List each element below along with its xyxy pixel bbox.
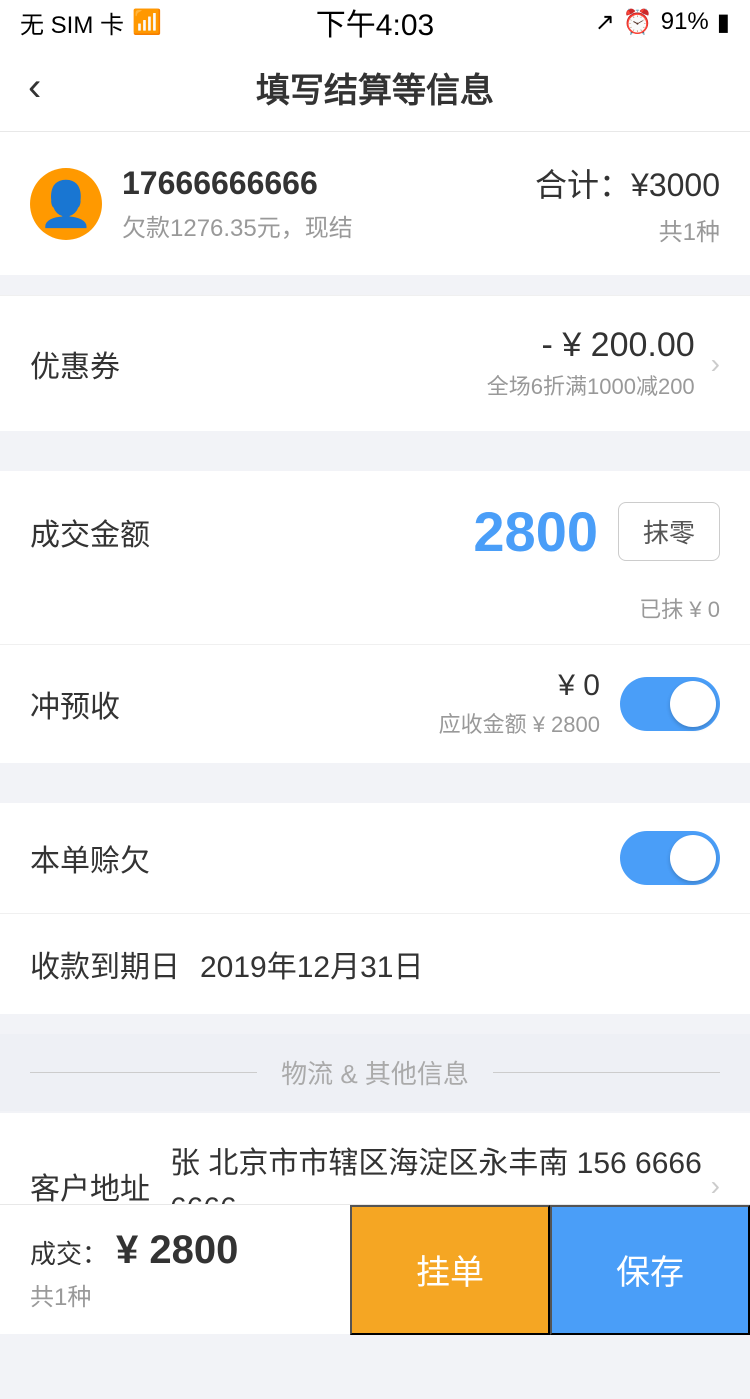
section-separator — [0, 451, 750, 471]
location-icon: ↗ — [595, 8, 615, 37]
prepay-value-wrap: ¥ 0 应收金额 ¥ 2800 — [439, 669, 600, 739]
debt-toggle[interactable] — [620, 831, 720, 885]
save-button[interactable]: 保存 — [550, 1205, 750, 1335]
due-date-value: 2019年12月31日 — [200, 942, 423, 986]
back-button[interactable]: ‹ — [28, 65, 41, 110]
avatar-icon: 👤 — [39, 178, 94, 230]
status-bar-left: 无 SIM 卡 📶 — [20, 5, 162, 40]
address-chevron-icon: › — [711, 1170, 720, 1202]
due-date-row: 收款到期日 2019年12月31日 — [0, 913, 750, 1014]
bottom-deal-text: 成交： — [30, 1234, 108, 1271]
divider-line-right — [493, 1072, 720, 1073]
bottom-deal-amount: ¥ 2800 — [116, 1228, 238, 1273]
avatar: 👤 — [30, 168, 102, 240]
sim-status: 无 SIM 卡 — [20, 5, 124, 40]
deal-section: 成交金额 2800 抹零 已抹 ¥ 0 冲预收 ¥ 0 应收金额 ¥ 2800 — [0, 471, 750, 763]
status-bar: 无 SIM 卡 📶 下午4:03 ↗ ⏰ 91% ▮ — [0, 0, 750, 44]
customer-left: 👤 17666666666 欠款1276.35元，现结 — [30, 165, 353, 243]
pending-button[interactable]: 挂单 — [350, 1205, 550, 1335]
divider-line-left — [30, 1072, 257, 1073]
coupon-row[interactable]: 优惠券 - ¥ 200.00 全场6折满1000减200 › — [0, 295, 750, 431]
section-divider: 物流 & 其他信息 — [0, 1034, 750, 1111]
deal-sub: 已抹 ¥ 0 — [0, 592, 750, 644]
total-value: ¥3000 — [631, 167, 720, 203]
battery-level: 91% — [661, 8, 709, 36]
coupon-amount: - ¥ 200.00 — [487, 326, 695, 365]
battery-icon: ▮ — [717, 8, 730, 37]
prepay-toggle[interactable] — [620, 677, 720, 731]
prepay-amount: ¥ 0 — [439, 669, 600, 703]
customer-debt: 欠款1276.35元，现结 — [122, 208, 353, 243]
nav-bar: ‹ 填写结算等信息 — [0, 44, 750, 132]
deal-amount: 2800 — [473, 499, 598, 564]
alarm-icon: ⏰ — [623, 8, 653, 37]
prepay-right: ¥ 0 应收金额 ¥ 2800 — [439, 669, 720, 739]
prepay-row: 冲预收 ¥ 0 应收金额 ¥ 2800 — [0, 644, 750, 763]
section-separator-2 — [0, 763, 750, 783]
divider-text: 物流 & 其他信息 — [257, 1054, 493, 1091]
status-bar-time: 下午4:03 — [316, 0, 434, 44]
coupon-label: 优惠券 — [30, 342, 120, 386]
prepay-label: 冲预收 — [30, 682, 120, 726]
customer-info-card: 👤 17666666666 欠款1276.35元，现结 合计：¥3000 共1种 — [0, 132, 750, 275]
debt-row: 本单赊欠 — [0, 803, 750, 913]
deal-row: 成交金额 2800 抹零 — [0, 471, 750, 592]
bottom-count: 共1种 — [30, 1277, 320, 1312]
customer-phone: 17666666666 — [122, 165, 353, 202]
total-amount: 合计：¥3000 — [535, 160, 720, 206]
due-date-label: 收款到期日 — [30, 942, 180, 986]
customer-details: 17666666666 欠款1276.35元，现结 — [122, 165, 353, 243]
deal-label: 成交金额 — [30, 510, 150, 554]
chevron-right-icon: › — [711, 348, 720, 380]
address-label: 客户地址 — [30, 1164, 150, 1208]
bottom-summary: 成交： ¥ 2800 共1种 — [0, 1228, 350, 1312]
prepay-sub: 应收金额 ¥ 2800 — [439, 707, 600, 739]
coupon-right: - ¥ 200.00 全场6折满1000减200 › — [487, 326, 720, 401]
total-label: 合计： — [535, 167, 631, 203]
total-count: 共1种 — [535, 212, 720, 247]
wifi-icon: 📶 — [132, 8, 162, 37]
page-title: 填写结算等信息 — [256, 63, 494, 112]
coupon-value: - ¥ 200.00 全场6折满1000减200 — [487, 326, 695, 401]
status-bar-right: ↗ ⏰ 91% ▮ — [595, 8, 730, 37]
bottom-bar: 成交： ¥ 2800 共1种 挂单 保存 — [0, 1204, 750, 1334]
customer-right: 合计：¥3000 共1种 — [535, 160, 720, 247]
debt-label: 本单赊欠 — [30, 836, 150, 880]
bottom-deal-label: 成交： ¥ 2800 — [30, 1228, 320, 1273]
deal-value-wrap: 2800 抹零 — [473, 499, 720, 564]
coupon-desc: 全场6折满1000减200 — [487, 369, 695, 401]
round-button[interactable]: 抹零 — [618, 502, 720, 561]
